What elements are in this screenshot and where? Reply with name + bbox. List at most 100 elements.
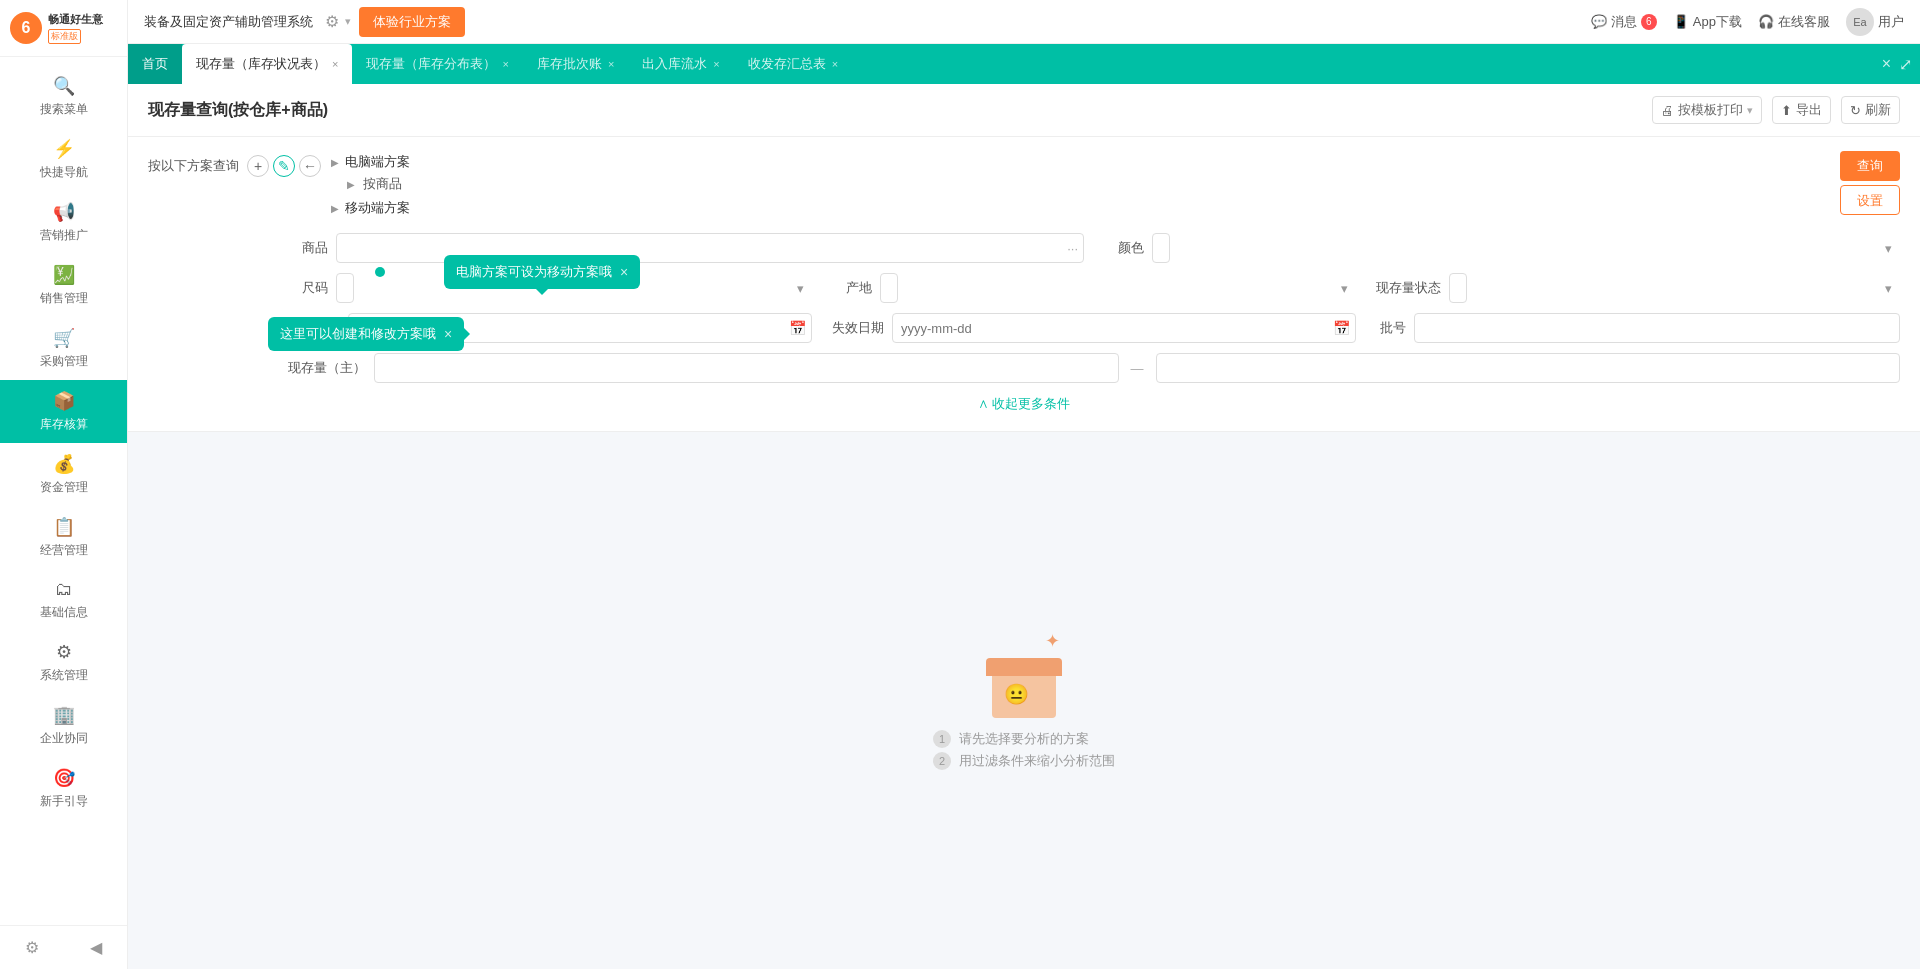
sidebar-item-system[interactable]: ⚙ 系统管理 [0, 631, 127, 694]
scheme-tree: ▶ 电脑端方案 ▶ 按商品 ▶ 移动端方案 [331, 151, 410, 223]
tab-label: 库存批次账 [537, 55, 602, 73]
size-label: 尺码 [288, 279, 328, 297]
sidebar-item-search-menu[interactable]: 🔍 搜索菜单 [0, 65, 127, 128]
tab-close-icon[interactable]: × [713, 58, 719, 70]
batch-input[interactable] [1414, 313, 1900, 343]
range-dash: — [1127, 361, 1148, 376]
sidebar-collapse-btn[interactable]: ◀ [90, 938, 102, 957]
tab-close-all-btn[interactable]: × [1882, 55, 1891, 73]
tab-batch-ledger[interactable]: 库存批次账 × [523, 44, 628, 84]
sidebar-item-label: 采购管理 [40, 353, 88, 370]
inv-status-select[interactable] [1449, 273, 1467, 303]
experience-btn[interactable]: 体验行业方案 [359, 7, 465, 37]
sidebar-logo: 6 畅通好生意 标准版 [0, 0, 127, 57]
filter-area: 按以下方案查询 + ✎ ← ▶ 电脑端方案 ▶ [128, 137, 1920, 432]
sidebar-item-sales[interactable]: 💹 销售管理 [0, 254, 127, 317]
print-dropdown-icon: ▾ [1747, 104, 1753, 117]
sidebar-bottom: ⚙ ◀ [0, 925, 127, 969]
reset-btn[interactable]: 设置 [1840, 185, 1900, 215]
tab-close-icon[interactable]: × [332, 58, 338, 70]
filter-row-inventory-main: 现存量（主） — [288, 353, 1900, 383]
child-arrow-icon: ▶ [347, 179, 355, 190]
scheme-tooltip-2: 这里可以创建和修改方案哦 × [268, 317, 464, 351]
chevron-up-icon: ∧ [978, 396, 989, 411]
search-buttons: 查询 设置 [1840, 151, 1900, 215]
scheme-child-item[interactable]: ▶ 按商品 [347, 175, 410, 193]
tab-close-icon[interactable]: × [832, 58, 838, 70]
export-btn[interactable]: ⬆ 导出 [1772, 96, 1831, 124]
sidebar-item-enterprise[interactable]: 🏢 企业协同 [0, 694, 127, 757]
color-select[interactable] [1152, 233, 1170, 263]
online-support-btn[interactable]: 🎧 在线客服 [1758, 13, 1830, 31]
tab-expand-btn[interactable]: ⤢ [1899, 55, 1912, 74]
print-btn[interactable]: 🖨 按模板打印 ▾ [1652, 96, 1762, 124]
app-download-btn[interactable]: 📱 App下载 [1673, 13, 1742, 31]
tab-close-icon[interactable]: × [502, 58, 508, 70]
search-menu-icon: 🔍 [53, 75, 75, 97]
tab-recv-summary[interactable]: 收发存汇总表 × [734, 44, 852, 84]
collapse-text: 收起更多条件 [992, 396, 1070, 411]
page-header: 现存量查询(按仓库+商品) 🖨 按模板打印 ▾ ⬆ 导出 ↻ 刷新 [128, 84, 1920, 137]
message-btn[interactable]: 💬 消息 6 [1591, 13, 1657, 31]
filter-scheme-label: 按以下方案查询 [148, 151, 239, 175]
tooltip-text-1: 电脑方案可设为移动方案哦 [456, 263, 612, 281]
basic-info-icon: 🗂 [55, 579, 73, 600]
tab-inout-flow[interactable]: 出入库流水 × [628, 44, 733, 84]
sidebar-item-label: 企业协同 [40, 730, 88, 747]
sidebar-item-operation[interactable]: 📋 经营管理 [0, 506, 127, 569]
sidebar-item-label: 库存核算 [40, 416, 88, 433]
enterprise-icon: 🏢 [53, 704, 75, 726]
user-menu-btn[interactable]: Ea 用户 [1846, 8, 1904, 36]
tab-inventory-status[interactable]: 现存量（库存状况表） × [182, 44, 352, 84]
sidebar-item-quick-nav[interactable]: ⚡ 快捷导航 [0, 128, 127, 191]
goods-more-icon[interactable]: ··· [1067, 241, 1078, 256]
tab-label: 现存量（库存状况表） [196, 55, 326, 73]
size-select[interactable] [336, 273, 354, 303]
add-scheme-btn[interactable]: + [247, 155, 269, 177]
quick-nav-icon: ⚡ [53, 138, 75, 160]
guide-icon: 🎯 [53, 767, 75, 789]
scheme-desktop-label: 电脑端方案 [345, 153, 410, 171]
refresh-icon: ↻ [1850, 103, 1861, 118]
topbar-settings-btn[interactable]: ⚙ [321, 8, 343, 35]
tooltip-close-2[interactable]: × [444, 326, 452, 342]
tooltip-close-1[interactable]: × [620, 264, 628, 280]
phone-icon: 📱 [1673, 14, 1689, 29]
edit-scheme-btn[interactable]: ✎ [273, 155, 295, 177]
sidebar-settings-btn[interactable]: ⚙ [25, 938, 39, 957]
sidebar-item-basic-info[interactable]: 🗂 基础信息 [0, 569, 127, 631]
tab-home[interactable]: 首页 [128, 44, 182, 84]
page-header-actions: 🖨 按模板打印 ▾ ⬆ 导出 ↻ 刷新 [1652, 96, 1900, 124]
tab-inventory-dist[interactable]: 现存量（库存分布表） × [352, 44, 522, 84]
exp-date-input[interactable] [892, 313, 1356, 343]
sidebar-item-marketing[interactable]: 📢 营销推广 [0, 191, 127, 254]
collapse-bar[interactable]: ∧ 收起更多条件 [148, 387, 1900, 421]
scheme-mobile-header[interactable]: ▶ 移动端方案 [331, 197, 410, 219]
empty-hint-1: 1 请先选择要分析的方案 [933, 730, 1115, 748]
notification-badge: 6 [1641, 14, 1657, 30]
inv-main-max-input[interactable] [1156, 353, 1901, 383]
refresh-btn[interactable]: ↻ 刷新 [1841, 96, 1900, 124]
search-btn[interactable]: 查询 [1840, 151, 1900, 181]
back-scheme-btn[interactable]: ← [299, 155, 321, 177]
scheme-group-mobile: ▶ 移动端方案 [331, 197, 410, 219]
filter-row-dates-batch: 生产日期 📅 失效日期 📅 批号 [288, 313, 1900, 343]
system-icon: ⚙ [56, 641, 72, 663]
tab-label: 现存量（库存分布表） [366, 55, 496, 73]
sidebar-item-finance[interactable]: 💰 资金管理 [0, 443, 127, 506]
tabbar-end: × ⤢ [1882, 55, 1920, 74]
message-icon: 💬 [1591, 14, 1607, 29]
sidebar-item-purchase[interactable]: 🛒 采购管理 [0, 317, 127, 380]
empty-state: 😐 ✦ 1 请先选择要分析的方案 2 用过滤条件来缩小分析范围 [128, 432, 1920, 969]
origin-label: 产地 [832, 279, 872, 297]
inv-main-min-input[interactable] [374, 353, 1119, 383]
sidebar-item-guide[interactable]: 🎯 新手引导 [0, 757, 127, 820]
scheme-desktop-header[interactable]: ▶ 电脑端方案 [331, 151, 410, 173]
sidebar-item-inventory[interactable]: 📦 库存核算 [0, 380, 127, 443]
tab-close-icon[interactable]: × [608, 58, 614, 70]
sidebar-item-label: 系统管理 [40, 667, 88, 684]
scheme-tooltip-1: 电脑方案可设为移动方案哦 × [444, 255, 640, 289]
headset-icon: 🎧 [1758, 14, 1774, 29]
origin-select[interactable] [880, 273, 898, 303]
inv-main-label: 现存量（主） [288, 359, 366, 377]
